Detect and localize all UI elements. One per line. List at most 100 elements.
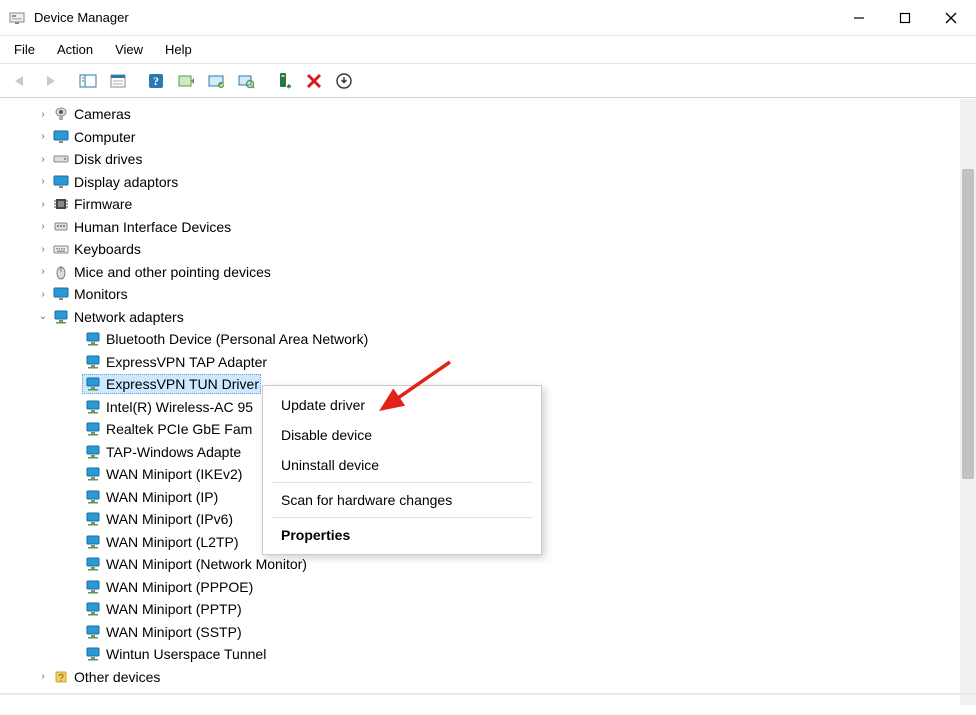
device-row[interactable]: Wintun Userspace Tunnel bbox=[12, 643, 976, 666]
device-label: Intel(R) Wireless-AC 95 bbox=[106, 399, 253, 415]
chevron-right-icon[interactable]: › bbox=[36, 199, 50, 210]
titlebar: Device Manager bbox=[0, 0, 976, 36]
spacer bbox=[68, 626, 82, 637]
monitor-icon bbox=[52, 285, 70, 303]
action1-button[interactable] bbox=[172, 67, 200, 95]
chevron-right-icon[interactable]: › bbox=[36, 244, 50, 255]
spacer bbox=[68, 334, 82, 345]
back-button[interactable] bbox=[6, 67, 34, 95]
uninstall-button[interactable] bbox=[330, 67, 358, 95]
chevron-down-icon[interactable]: ⌄ bbox=[36, 311, 50, 322]
mouse-icon bbox=[52, 263, 70, 281]
device-label: WAN Miniport (PPPOE) bbox=[106, 579, 253, 595]
chevron-right-icon[interactable]: › bbox=[36, 176, 50, 187]
menu-view[interactable]: View bbox=[105, 38, 153, 61]
show-tree-button[interactable] bbox=[74, 67, 102, 95]
device-label: TAP-Windows Adapte bbox=[106, 444, 241, 460]
window-title: Device Manager bbox=[34, 10, 129, 25]
device-label: Realtek PCIe GbE Fam bbox=[106, 421, 252, 437]
device-label: WAN Miniport (IKEv2) bbox=[106, 466, 242, 482]
maximize-button[interactable] bbox=[882, 2, 928, 34]
remove-button[interactable] bbox=[300, 67, 328, 95]
disk-icon bbox=[52, 150, 70, 168]
category-row[interactable]: ›Cameras bbox=[12, 103, 976, 126]
other-icon: ? bbox=[52, 668, 70, 686]
chevron-right-icon[interactable]: › bbox=[36, 131, 50, 142]
device-row[interactable]: WAN Miniport (PPPOE) bbox=[12, 576, 976, 599]
category-label: Other devices bbox=[74, 669, 160, 685]
device-row[interactable]: WAN Miniport (Network Monitor) bbox=[12, 553, 976, 576]
menu-help[interactable]: Help bbox=[155, 38, 202, 61]
network-adapter-icon bbox=[84, 488, 102, 506]
network-adapter-icon bbox=[84, 623, 102, 641]
category-row[interactable]: › Display adaptors bbox=[12, 171, 976, 194]
network-adapter-icon bbox=[84, 330, 102, 348]
spacer bbox=[68, 604, 82, 615]
spacer bbox=[68, 356, 82, 367]
device-label: WAN Miniport (PPTP) bbox=[106, 601, 242, 617]
category-row[interactable]: ⌄Network adapters bbox=[12, 306, 976, 329]
category-row[interactable]: ›?Other devices bbox=[12, 666, 976, 689]
context-menu-item[interactable]: Uninstall device bbox=[263, 450, 541, 480]
spacer bbox=[68, 469, 82, 480]
context-menu-item[interactable]: Update driver bbox=[263, 390, 541, 420]
category-row[interactable]: ›Mice and other pointing devices bbox=[12, 261, 976, 284]
help-button[interactable]: ? bbox=[142, 67, 170, 95]
network-adapter-icon bbox=[84, 375, 102, 393]
action2-button[interactable] bbox=[202, 67, 230, 95]
network-adapter-icon bbox=[84, 533, 102, 551]
category-row[interactable]: › Monitors bbox=[12, 283, 976, 306]
spacer bbox=[68, 424, 82, 435]
category-row[interactable]: › Firmware bbox=[12, 193, 976, 216]
device-row[interactable]: WAN Miniport (SSTP) bbox=[12, 621, 976, 644]
chevron-right-icon[interactable]: › bbox=[36, 266, 50, 277]
context-menu-separator bbox=[271, 482, 533, 483]
spacer bbox=[68, 514, 82, 525]
add-device-button[interactable] bbox=[270, 67, 298, 95]
device-label: WAN Miniport (L2TP) bbox=[106, 534, 239, 550]
network-adapter-icon bbox=[84, 398, 102, 416]
vertical-scrollbar[interactable] bbox=[960, 99, 976, 705]
device-row[interactable]: ExpressVPN TAP Adapter bbox=[12, 351, 976, 374]
spacer bbox=[68, 559, 82, 570]
close-button[interactable] bbox=[928, 2, 974, 34]
device-row[interactable]: WAN Miniport (PPTP) bbox=[12, 598, 976, 621]
network-icon bbox=[52, 308, 70, 326]
monitor-icon bbox=[52, 128, 70, 146]
properties-button[interactable] bbox=[104, 67, 132, 95]
context-menu-item[interactable]: Disable device bbox=[263, 420, 541, 450]
category-label: Firmware bbox=[74, 196, 132, 212]
category-label: Display adaptors bbox=[74, 174, 178, 190]
scrollbar-thumb[interactable] bbox=[962, 169, 974, 479]
device-label: WAN Miniport (IPv6) bbox=[106, 511, 233, 527]
category-row[interactable]: ›Disk drives bbox=[12, 148, 976, 171]
chevron-right-icon[interactable]: › bbox=[36, 671, 50, 682]
chevron-right-icon[interactable]: › bbox=[36, 289, 50, 300]
selected-device[interactable]: ExpressVPN TUN Driver bbox=[82, 374, 261, 394]
context-menu-item[interactable]: Scan for hardware changes bbox=[263, 485, 541, 515]
category-label: Monitors bbox=[74, 286, 128, 302]
device-label: ExpressVPN TUN Driver bbox=[106, 376, 259, 392]
forward-button[interactable] bbox=[36, 67, 64, 95]
context-menu-separator bbox=[271, 517, 533, 518]
network-adapter-icon bbox=[84, 555, 102, 573]
network-adapter-icon bbox=[84, 443, 102, 461]
category-row[interactable]: ›Keyboards bbox=[12, 238, 976, 261]
chevron-right-icon[interactable]: › bbox=[36, 154, 50, 165]
network-adapter-icon bbox=[84, 578, 102, 596]
device-row[interactable]: Bluetooth Device (Personal Area Network) bbox=[12, 328, 976, 351]
device-label: WAN Miniport (Network Monitor) bbox=[106, 556, 307, 572]
network-adapter-icon bbox=[84, 353, 102, 371]
category-row[interactable]: ›Computer bbox=[12, 126, 976, 149]
context-menu: Update driverDisable deviceUninstall dev… bbox=[262, 385, 542, 555]
minimize-button[interactable] bbox=[836, 2, 882, 34]
chevron-right-icon[interactable]: › bbox=[36, 221, 50, 232]
chevron-right-icon[interactable]: › bbox=[36, 109, 50, 120]
category-row[interactable]: ›Human Interface Devices bbox=[12, 216, 976, 239]
context-menu-item[interactable]: Properties bbox=[263, 520, 541, 550]
scan-button[interactable] bbox=[232, 67, 260, 95]
menu-file[interactable]: File bbox=[4, 38, 45, 61]
network-adapter-icon bbox=[84, 420, 102, 438]
menu-action[interactable]: Action bbox=[47, 38, 103, 61]
menubar: File Action View Help bbox=[0, 36, 976, 64]
